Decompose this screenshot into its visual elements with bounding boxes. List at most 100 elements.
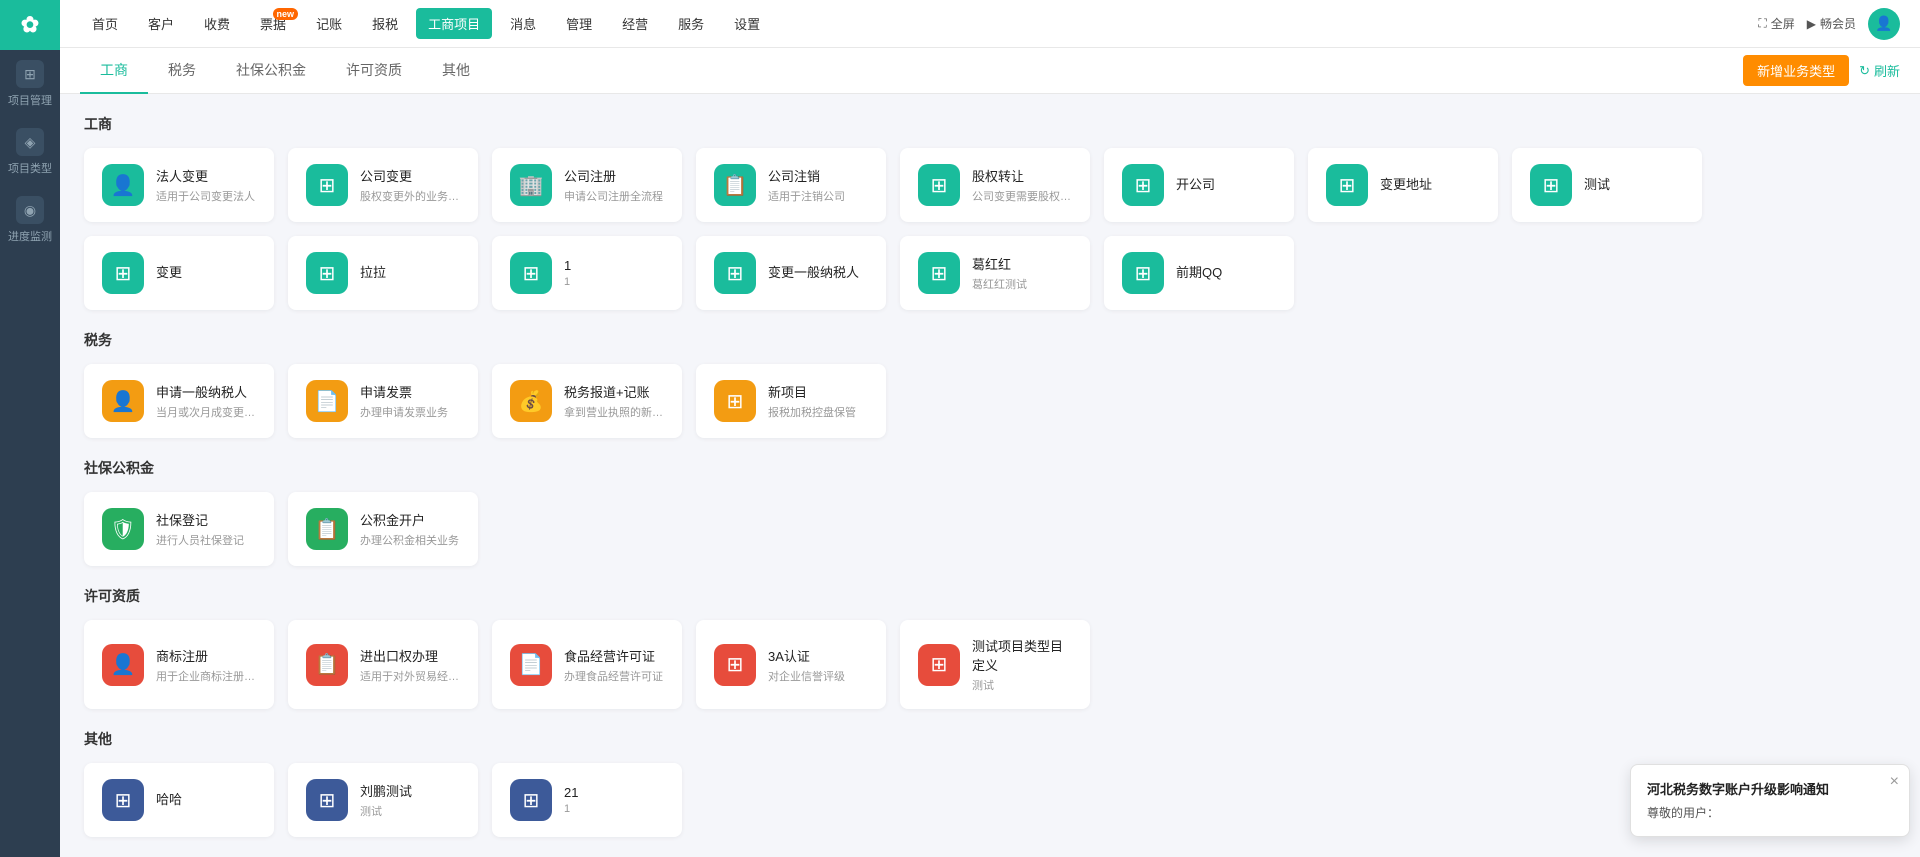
card-desc-social-register: 进行人员社保登记 [156, 532, 256, 548]
card-name-company-register: 公司注册 [564, 166, 664, 185]
nav-item-message[interactable]: 消息 [498, 8, 548, 39]
member-button[interactable]: ▶ 畅会员 [1807, 15, 1856, 32]
card-3a-cert[interactable]: ⊞ 3A认证 对企业信誉评级 [696, 620, 886, 709]
nav-badge-ticket: new [273, 8, 299, 20]
notification-close-button[interactable]: × [1890, 773, 1899, 791]
card-info-3a-cert: 3A认证 对企业信誉评级 [768, 646, 868, 684]
nav-item-billing[interactable]: 收费 [192, 8, 242, 39]
card-num21[interactable]: ⊞ 21 1 [492, 763, 682, 837]
fullscreen-icon: ⛶ [1758, 16, 1766, 31]
user-avatar[interactable]: 👤 [1868, 8, 1900, 40]
tab-tax[interactable]: 税务 [148, 48, 216, 94]
card-desc-tax-report: 拿到营业执照的新公司 [564, 404, 664, 420]
cards-grid-license: 👤 商标注册 用于企业商标注册服务 📋 进出口权办理 适用于对外贸易经营者 📄 … [84, 620, 1896, 709]
nav-item-service[interactable]: 服务 [666, 8, 716, 39]
card-icon-new-project: ⊞ [714, 380, 756, 422]
card-name-change-address: 变更地址 [1380, 174, 1480, 193]
sidebar-label-project-manage: 项目管理 [8, 92, 52, 108]
nav-item-ticket[interactable]: 票据new [248, 8, 298, 39]
fullscreen-button[interactable]: ⛶ 全屏 [1758, 15, 1794, 32]
card-name-company-change: 公司变更 [360, 166, 460, 185]
card-tax-report[interactable]: 💰 税务报道+记账 拿到营业执照的新公司 [492, 364, 682, 438]
card-test1[interactable]: ⊞ 测试 [1512, 148, 1702, 222]
card-lala[interactable]: ⊞ 拉拉 [288, 236, 478, 310]
card-haha[interactable]: ⊞ 哈哈 [84, 763, 274, 837]
tab-bar: 工商税务社保公积金许可资质其他 新增业务类型 ↻ 刷新 [60, 48, 1920, 94]
sidebar-item-progress-monitor[interactable]: ◉ 进度监测 [8, 186, 52, 254]
sidebar-label-progress-monitor: 进度监测 [8, 228, 52, 244]
card-apply-invoice[interactable]: 📄 申请发票 办理申请发票业务 [288, 364, 478, 438]
card-icon-company-change: ⊞ [306, 164, 348, 206]
card-new-project[interactable]: ⊞ 新项目 报税加税控盘保管 [696, 364, 886, 438]
card-change-taxpayer[interactable]: ⊞ 变更一般纳税人 [696, 236, 886, 310]
card-company-change[interactable]: ⊞ 公司变更 股权变更外的业务变更 [288, 148, 478, 222]
card-apply-taxpayer[interactable]: 👤 申请一般纳税人 当月或次月成变更完成 [84, 364, 274, 438]
main-wrapper: 首页客户收费票据new记账报税工商项目消息管理经营服务设置 ⛶ 全屏 ▶ 畅会员… [60, 0, 1920, 857]
card-info-test-type: 测试项目类型目定义 测试 [972, 636, 1072, 693]
card-name-3a-cert: 3A认证 [768, 646, 868, 665]
card-trademark[interactable]: 👤 商标注册 用于企业商标注册服务 [84, 620, 274, 709]
tab-license[interactable]: 许可资质 [326, 48, 422, 94]
sidebar-item-project-type[interactable]: ◈ 项目类型 [8, 118, 52, 186]
card-icon-haha: ⊞ [102, 779, 144, 821]
sidebar-item-project-manage[interactable]: ⊞ 项目管理 [8, 50, 52, 118]
tab-biz[interactable]: 工商 [80, 48, 148, 94]
nav-item-client[interactable]: 客户 [136, 8, 186, 39]
card-info-new-project: 新项目 报税加税控盘保管 [768, 382, 868, 420]
card-info-tax-report: 税务报道+记账 拿到营业执照的新公司 [564, 382, 664, 420]
nav-item-operation[interactable]: 经营 [610, 8, 660, 39]
card-desc-company-register: 申请公司注册全流程 [564, 188, 664, 204]
card-equity-transfer[interactable]: ⊞ 股权转让 公司变更需要股权转让 [900, 148, 1090, 222]
card-gehonghong[interactable]: ⊞ 葛红红 葛红红测试 [900, 236, 1090, 310]
card-desc-new-project: 报税加税控盘保管 [768, 404, 868, 420]
nav-item-home[interactable]: 首页 [80, 8, 130, 39]
card-change-address[interactable]: ⊞ 变更地址 [1308, 148, 1498, 222]
card-front-qq[interactable]: ⊞ 前期QQ [1104, 236, 1294, 310]
card-open-company[interactable]: ⊞ 开公司 [1104, 148, 1294, 222]
card-icon-legal-change: 👤 [102, 164, 144, 206]
sidebar-label-project-type: 项目类型 [8, 160, 52, 176]
card-info-company-change: 公司变更 股权变更外的业务变更 [360, 166, 460, 204]
nav-item-bizproject[interactable]: 工商项目 [416, 8, 492, 39]
tab-social[interactable]: 社保公积金 [216, 48, 326, 94]
card-name-tax-report: 税务报道+记账 [564, 382, 664, 401]
card-name-apply-taxpayer: 申请一般纳税人 [156, 382, 256, 401]
card-legal-change[interactable]: 👤 法人变更 适用于公司变更法人 [84, 148, 274, 222]
refresh-button[interactable]: ↻ 刷新 [1859, 61, 1900, 80]
card-test-type[interactable]: ⊞ 测试项目类型目定义 测试 [900, 620, 1090, 709]
card-info-open-company: 开公司 [1176, 174, 1276, 196]
card-company-cancel[interactable]: 📋 公司注销 适用于注销公司 [696, 148, 886, 222]
card-company-register[interactable]: 🏢 公司注册 申请公司注册全流程 [492, 148, 682, 222]
tab-other[interactable]: 其他 [422, 48, 490, 94]
card-import-export[interactable]: 📋 进出口权办理 适用于对外贸易经营者 [288, 620, 478, 709]
card-desc-gehonghong: 葛红红测试 [972, 276, 1072, 292]
sidebar-icon-project-type: ◈ [16, 128, 44, 156]
top-nav: 首页客户收费票据new记账报税工商项目消息管理经营服务设置 ⛶ 全屏 ▶ 畅会员… [60, 0, 1920, 48]
app-logo[interactable]: ✿ [0, 0, 60, 50]
card-icon-change-taxpayer: ⊞ [714, 252, 756, 294]
card-num1[interactable]: ⊞ 1 1 [492, 236, 682, 310]
card-icon-num1: ⊞ [510, 252, 552, 294]
nav-item-settings[interactable]: 设置 [722, 8, 772, 39]
card-change1[interactable]: ⊞ 变更 [84, 236, 274, 310]
tabs: 工商税务社保公积金许可资质其他 [80, 48, 490, 93]
cards-grid-other: ⊞ 哈哈 ⊞ 刘鹏测试 测试 ⊞ 21 1 [84, 763, 1896, 837]
card-liupeng-test[interactable]: ⊞ 刘鹏测试 测试 [288, 763, 478, 837]
nav-item-tax[interactable]: 报税 [360, 8, 410, 39]
section-title-biz: 工商 [84, 114, 1896, 134]
card-icon-equity-transfer: ⊞ [918, 164, 960, 206]
card-food-license[interactable]: 📄 食品经营许可证 办理食品经营许可证 [492, 620, 682, 709]
card-fund-account[interactable]: 📋 公积金开户 办理公积金相关业务 [288, 492, 478, 566]
notification-title: 河北税务数字账户升级影响通知 [1647, 779, 1893, 798]
card-name-haha: 哈哈 [156, 789, 256, 808]
card-icon-open-company: ⊞ [1122, 164, 1164, 206]
card-info-change1: 变更 [156, 262, 256, 284]
new-type-button[interactable]: 新增业务类型 [1743, 55, 1849, 86]
card-info-test1: 测试 [1584, 174, 1684, 196]
nav-item-manage[interactable]: 管理 [554, 8, 604, 39]
card-name-front-qq: 前期QQ [1176, 262, 1276, 281]
card-social-register[interactable]: 🛡 社保登记 进行人员社保登记 [84, 492, 274, 566]
member-label: 畅会员 [1820, 15, 1856, 32]
card-info-front-qq: 前期QQ [1176, 262, 1276, 284]
nav-item-accounting[interactable]: 记账 [304, 8, 354, 39]
